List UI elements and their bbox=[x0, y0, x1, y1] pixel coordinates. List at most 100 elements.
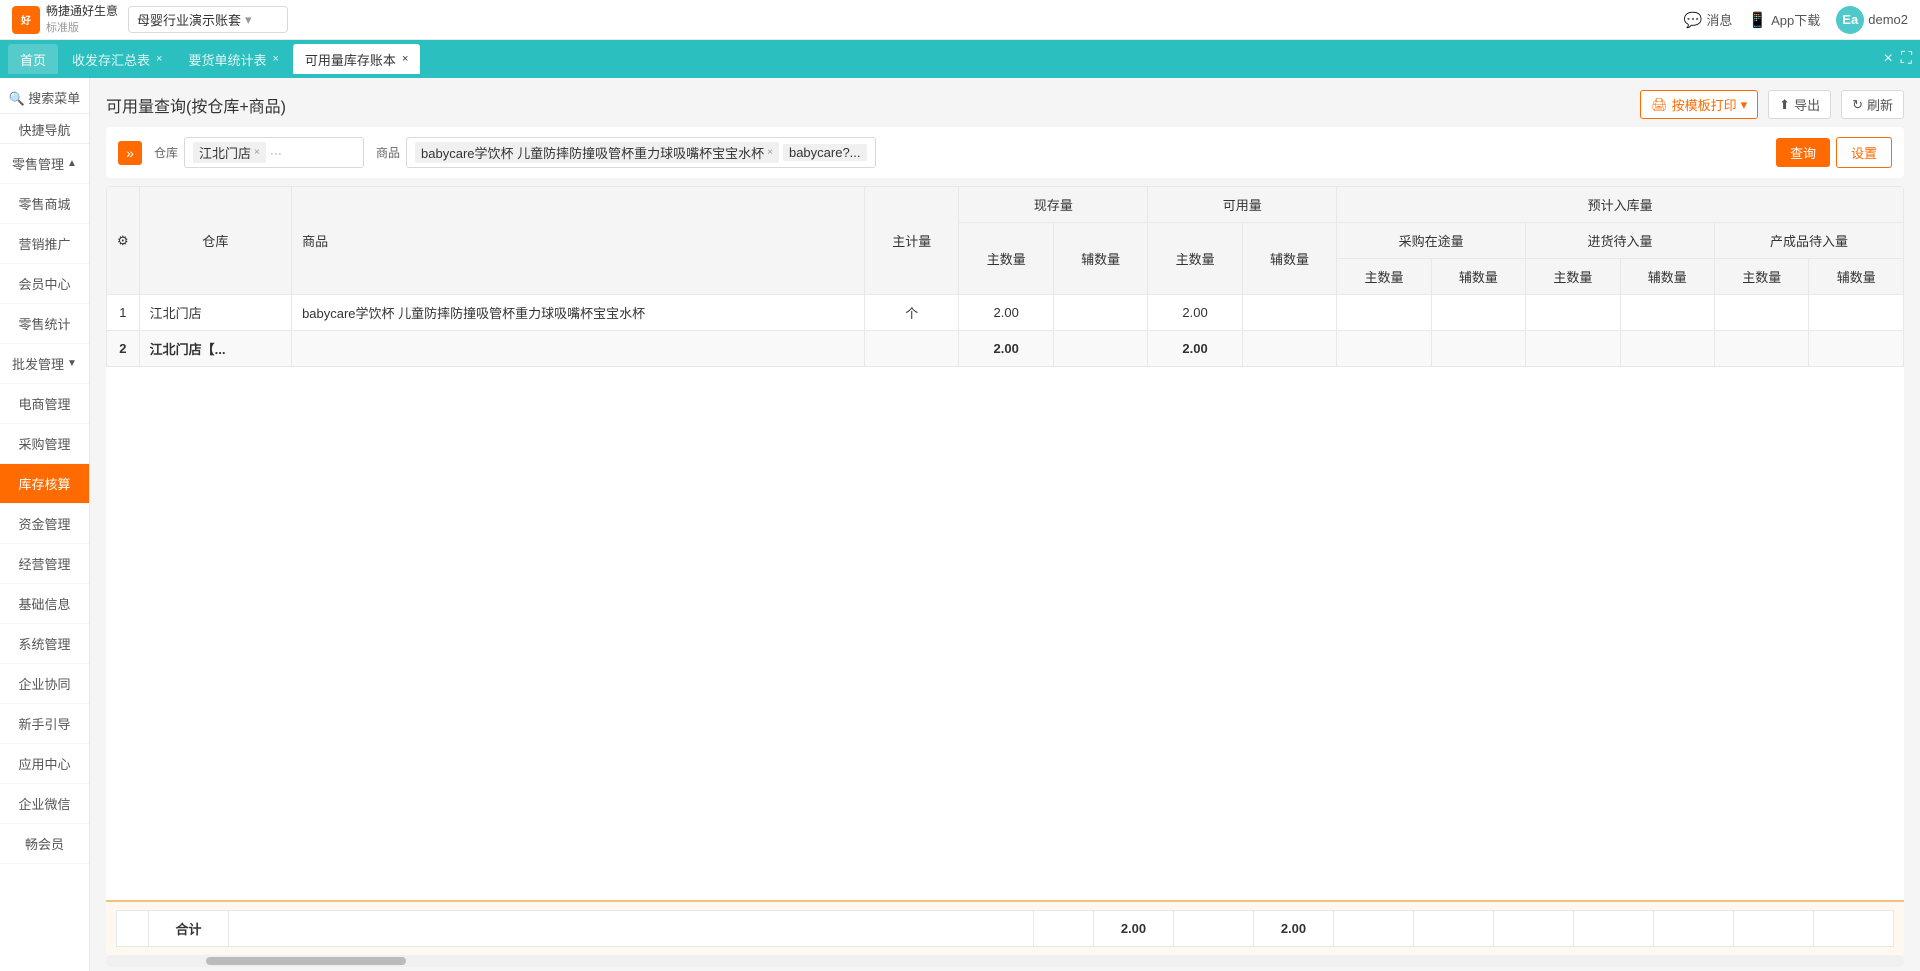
warehouse-filter-group: 仓库 江北门店 × ··· bbox=[154, 137, 364, 168]
table-footer: 合计 2.00 2.00 bbox=[106, 900, 1904, 955]
sidebar-item-basic-info[interactable]: 基础信息 bbox=[0, 584, 89, 624]
footer-available-main: 2.00 bbox=[1254, 911, 1334, 947]
product-tag-0-close[interactable]: × bbox=[767, 147, 773, 158]
export-icon: ⬆ bbox=[1779, 97, 1790, 113]
product-tag-text-0: babycare学饮杯 儿童防摔防撞吸管杯重力球吸嘴杯宝宝水杯 bbox=[421, 143, 764, 162]
sidebar-search-label: 搜索菜单 bbox=[28, 91, 80, 106]
warehouse-tag-0[interactable]: 江北门店 × bbox=[193, 142, 266, 163]
horizontal-scrollbar[interactable] bbox=[106, 955, 1904, 967]
sidebar-item-purchase[interactable]: 采购管理 bbox=[0, 424, 89, 464]
export-btn[interactable]: ⬆ 导出 bbox=[1768, 90, 1831, 119]
print-btn[interactable]: 🖨 按模板打印 ▾ bbox=[1640, 90, 1758, 119]
th-production-main: 主数量 bbox=[1714, 259, 1808, 295]
sidebar-item-new-guide[interactable]: 新手引导 bbox=[0, 704, 89, 744]
tab-close-all-btn[interactable]: × bbox=[1883, 50, 1892, 68]
row-0-pp-aux bbox=[1809, 295, 1904, 331]
sidebar-item-wholesale[interactable]: 批发管理 ▼ bbox=[0, 344, 89, 384]
tab-available-ledger[interactable]: 可用量库存账本 × bbox=[293, 44, 420, 74]
sidebar-item-zero-sales[interactable]: 零售管理 ▲ bbox=[0, 144, 89, 184]
th-purchase-transit-main: 主数量 bbox=[1337, 259, 1431, 295]
th-available-aux: 辅数量 bbox=[1242, 223, 1336, 295]
account-selector[interactable]: 母婴行业演示账套 ▾ bbox=[128, 6, 288, 33]
avatar: Ea bbox=[1836, 6, 1864, 34]
logo-area: 好 畅捷通好生意 标准版 bbox=[12, 4, 118, 36]
sidebar-item-operations-label: 经营管理 bbox=[18, 554, 70, 573]
sidebar-search[interactable]: 🔍 搜索菜单 bbox=[0, 78, 89, 114]
row-0-available-main: 2.00 bbox=[1148, 295, 1242, 331]
refresh-btn[interactable]: ↻ 刷新 bbox=[1841, 90, 1904, 119]
sidebar-item-inventory[interactable]: 库存核算 bbox=[0, 464, 89, 504]
sidebar-item-system[interactable]: 系统管理 bbox=[0, 624, 89, 664]
table-row: 1 江北门店 babycare学饮杯 儿童防摔防撞吸管杯重力球吸嘴杯宝宝水杯 个… bbox=[107, 295, 1904, 331]
filter-expand-btn[interactable]: » bbox=[118, 141, 142, 165]
row-1-current-main: 2.00 bbox=[959, 331, 1053, 367]
tab-order-stats[interactable]: 要货单统计表 × bbox=[176, 44, 290, 74]
tab-available-close[interactable]: × bbox=[402, 54, 408, 65]
product-tag-text-1: babycare?... bbox=[789, 145, 861, 160]
scrollbar-thumb[interactable] bbox=[206, 957, 406, 965]
sidebar-item-marketing[interactable]: 营销推广 bbox=[0, 224, 89, 264]
setting-btn[interactable]: 设置 bbox=[1836, 137, 1892, 168]
tab-home[interactable]: 首页 bbox=[8, 44, 58, 74]
sidebar-item-finance-label: 资金管理 bbox=[18, 514, 70, 533]
export-label: 导出 bbox=[1794, 95, 1820, 114]
message-btn[interactable]: 💬 消息 bbox=[1684, 10, 1733, 29]
row-1-pt-main bbox=[1337, 331, 1431, 367]
user-name: demo2 bbox=[1868, 12, 1908, 27]
logo-icon: 好 bbox=[12, 6, 40, 34]
product-tag-1[interactable]: babycare?... bbox=[783, 144, 867, 161]
row-1-unit bbox=[865, 331, 959, 367]
tab-receive-label: 收发存汇总表 bbox=[72, 50, 150, 69]
row-1-ip-main bbox=[1526, 331, 1620, 367]
sidebar-quick-nav[interactable]: 快捷导航 bbox=[0, 114, 89, 144]
sidebar-item-basic-info-label: 基础信息 bbox=[18, 594, 70, 613]
warehouse-filter-label: 仓库 bbox=[154, 144, 178, 161]
row-1-pp-main bbox=[1714, 331, 1808, 367]
sidebar-item-ecommerce[interactable]: 电商管理 bbox=[0, 384, 89, 424]
row-1-pt-aux bbox=[1431, 331, 1525, 367]
row-0-product: babycare学饮杯 儿童防摔防撞吸管杯重力球吸嘴杯宝宝水杯 bbox=[292, 295, 865, 331]
sidebar: 🔍 搜索菜单 快捷导航 零售管理 ▲ 零售商城 营销推广 会员中心 零售统计 bbox=[0, 78, 90, 971]
tab-order-close[interactable]: × bbox=[272, 54, 278, 65]
sidebar-item-operations[interactable]: 经营管理 bbox=[0, 544, 89, 584]
sidebar-item-member[interactable]: 会员中心 bbox=[0, 264, 89, 304]
query-btn[interactable]: 查询 bbox=[1776, 138, 1830, 167]
row-0-current-main: 2.00 bbox=[959, 295, 1053, 331]
th-current-main: 主数量 bbox=[959, 223, 1053, 295]
sidebar-item-vip[interactable]: 畅会员 bbox=[0, 824, 89, 864]
user-area[interactable]: Ea demo2 bbox=[1836, 6, 1908, 34]
warehouse-tag-close[interactable]: × bbox=[254, 147, 260, 158]
data-table: ⚙ 仓库 商品 主计量 现存量 可用量 预计入库量 主数量 辅数量 主数量 辅数… bbox=[106, 186, 1904, 367]
sidebar-item-enterprise-label: 企业协同 bbox=[18, 674, 70, 693]
tab-actions: × ⛶ bbox=[1883, 50, 1912, 68]
product-filter-label: 商品 bbox=[376, 144, 400, 161]
app-icon: 📱 bbox=[1748, 11, 1767, 29]
tab-receive-close[interactable]: × bbox=[156, 54, 162, 65]
row-0-warehouse: 江北门店 bbox=[139, 295, 291, 331]
sidebar-item-zero-sales-label: 零售管理 bbox=[12, 154, 64, 173]
tab-expand-btn[interactable]: ⛶ bbox=[1901, 50, 1912, 68]
main-layout: 🔍 搜索菜单 快捷导航 零售管理 ▲ 零售商城 营销推广 会员中心 零售统计 bbox=[0, 78, 1920, 971]
gear-icon[interactable]: ⚙ bbox=[117, 233, 129, 249]
content-area: 可用量查询(按仓库+商品) 🖨 按模板打印 ▾ ⬆ 导出 ↻ 刷新 » bbox=[90, 78, 1920, 971]
tab-available-label: 可用量库存账本 bbox=[305, 50, 396, 69]
row-0-ip-aux bbox=[1620, 295, 1714, 331]
app-download-btn[interactable]: 📱 App下载 bbox=[1748, 10, 1820, 29]
sidebar-item-online-mall[interactable]: 零售商城 bbox=[0, 184, 89, 224]
sidebar-item-app-center[interactable]: 应用中心 bbox=[0, 744, 89, 784]
sidebar-item-zero-stats[interactable]: 零售统计 bbox=[0, 304, 89, 344]
sidebar-item-finance[interactable]: 资金管理 bbox=[0, 504, 89, 544]
th-current-stock: 现存量 bbox=[959, 187, 1148, 223]
row-1-available-aux bbox=[1242, 331, 1336, 367]
tab-receive-summary[interactable]: 收发存汇总表 × bbox=[60, 44, 174, 74]
warehouse-input[interactable]: 江北门店 × ··· bbox=[184, 137, 364, 168]
sidebar-item-wechat[interactable]: 企业微信 bbox=[0, 784, 89, 824]
product-tag-0[interactable]: babycare学饮杯 儿童防摔防撞吸管杯重力球吸嘴杯宝宝水杯 × bbox=[415, 142, 779, 163]
product-input[interactable]: babycare学饮杯 儿童防摔防撞吸管杯重力球吸嘴杯宝宝水杯 × babyca… bbox=[406, 137, 875, 168]
sidebar-item-enterprise[interactable]: 企业协同 bbox=[0, 664, 89, 704]
sidebar-item-new-guide-label: 新手引导 bbox=[18, 714, 70, 733]
row-1-product bbox=[292, 331, 865, 367]
logo-sub: 标准版 bbox=[46, 19, 118, 35]
row-1-no: 2 bbox=[107, 331, 140, 367]
footer-label: 合计 bbox=[149, 911, 229, 947]
